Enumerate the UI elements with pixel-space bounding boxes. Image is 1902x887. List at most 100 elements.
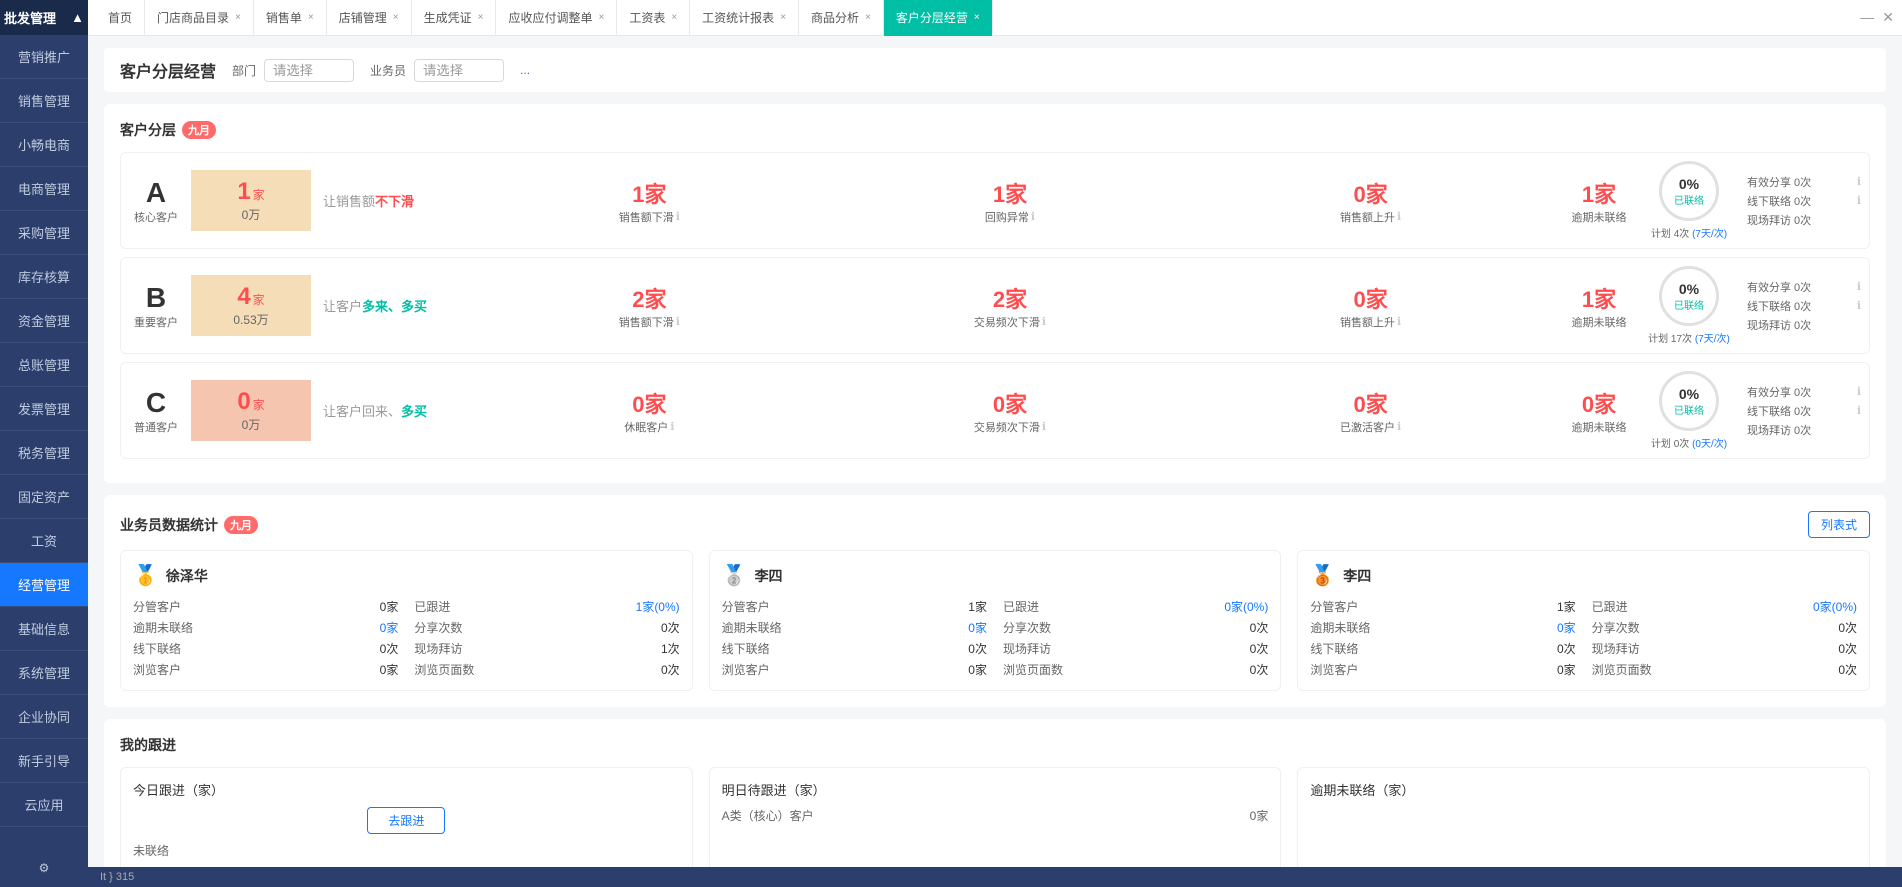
info-icon[interactable]: ℹ	[1857, 404, 1861, 417]
info-icon[interactable]: ℹ	[1031, 210, 1035, 223]
tab-close-icon[interactable]: ×	[308, 12, 314, 23]
page-header: 客户分层经营 部门 请选择 业务员 请选择 ...	[104, 48, 1886, 92]
list-view-btn[interactable]: 列表式	[1808, 511, 1870, 538]
tier-row-A: A 核心客户 1 家 0万 让销售额不下滑 1家 销售额下滑 ℹ 1家	[120, 152, 1870, 249]
metric-销售额上升: 0家 销售额上升 ℹ	[1331, 177, 1411, 225]
tab-销售单[interactable]: 销售单×	[254, 0, 327, 36]
customer-section-title: 客户分层 九月	[120, 120, 1870, 140]
metric-交易频次下滑: 0家 交易频次下滑 ℹ	[970, 387, 1050, 435]
contact-circle-C: 0% 已联络 计划 0次 (0天/次)	[1639, 363, 1739, 458]
sidebar-item-工资[interactable]: 工资	[0, 519, 88, 563]
info-icon[interactable]: ℹ	[1857, 175, 1861, 188]
salesman-filter: 业务员 请选择	[370, 59, 504, 82]
emp-stat-left: 分管客户 1家	[1310, 598, 1575, 615]
tier-suggestion-B: 让客户多来、多买	[311, 288, 461, 323]
stat-现场拜访: 现场拜访 0次	[1747, 212, 1861, 228]
tab-工资表[interactable]: 工资表 ×	[617, 0, 690, 36]
sidebar-item-基础信息[interactable]: 基础信息	[0, 607, 88, 651]
sidebar-item-总账管理[interactable]: 总账管理	[0, 343, 88, 387]
sidebar-item-固定资产[interactable]: 固定资产	[0, 475, 88, 519]
emp-stat-right: 线下联络 0次	[722, 640, 987, 657]
tab-label: 店铺管理	[339, 9, 387, 26]
tab-应收应付调整单[interactable]: 应收应付调整单×	[496, 0, 617, 36]
metric-回购异常: 1家 回购异常 ℹ	[970, 177, 1050, 225]
sidebar-item-系统管理[interactable]: 系统管理	[0, 651, 88, 695]
follow-btn-0[interactable]: 去跟进	[367, 807, 445, 834]
dept-filter: 部门 请选择	[232, 59, 354, 82]
sidebar-collapse-icon[interactable]: ▲	[71, 10, 84, 25]
sidebar-item-税务管理[interactable]: 税务管理	[0, 431, 88, 475]
tab-商品分析[interactable]: 商品分析×	[799, 0, 884, 36]
biz-section: 业务员数据统计 九月 列表式 🥇 徐泽华 分管客户 0家 已跟进 1家(0%)	[104, 495, 1886, 707]
tab-close-icon[interactable]: ×	[780, 12, 786, 23]
info-icon[interactable]: ℹ	[676, 315, 680, 328]
emp-stat-right: 现场拜访 0次	[1003, 640, 1268, 657]
sidebar-settings[interactable]: ⚙	[0, 849, 88, 887]
info-icon[interactable]: ℹ	[1857, 194, 1861, 207]
emp-stat-right: 浏览页面数 0次	[1592, 661, 1857, 678]
tab-close-icon[interactable]: ×	[235, 12, 241, 23]
right-stats-C: 有效分享 0次 ℹ 线下联络 0次 ℹ 现场拜访 0次	[1739, 376, 1869, 446]
info-icon[interactable]: ℹ	[1857, 299, 1861, 312]
sidebar-item-资金管理[interactable]: 资金管理	[0, 299, 88, 343]
tab-首页[interactable]: 首页	[96, 0, 145, 36]
emp-name-0: 徐泽华	[166, 566, 208, 586]
sidebar-item-库存核算[interactable]: 库存核算	[0, 255, 88, 299]
sidebar-item-电商管理[interactable]: 电商管理	[0, 167, 88, 211]
emp-stats-2: 分管客户 1家 已跟进 0家(0%) 逾期未联络 0家 分享次数 0次	[1310, 598, 1857, 678]
sidebar-top[interactable]: 批发管理 ▲	[0, 0, 88, 35]
tab-label: 工资统计报表	[702, 9, 774, 26]
tab-close-icon[interactable]: ×	[974, 12, 980, 23]
info-icon[interactable]: ℹ	[1397, 210, 1401, 223]
emp-medal-0: 🥇	[133, 563, 158, 588]
info-icon[interactable]: ℹ	[1857, 280, 1861, 293]
info-icon[interactable]: ℹ	[670, 420, 674, 433]
bottom-bar-text: It } 315	[100, 871, 134, 883]
sidebar-item-销售管理[interactable]: 销售管理	[0, 79, 88, 123]
tab-close-icon[interactable]: ×	[478, 12, 484, 23]
sidebar-item-小畅电商[interactable]: 小畅电商	[0, 123, 88, 167]
tab-生成凭证[interactable]: 生成凭证×	[412, 0, 497, 36]
metric-销售额上升: 0家 销售额上升 ℹ	[1331, 282, 1411, 330]
window-minimize-icon[interactable]: —	[1860, 9, 1874, 26]
tab-工资统计报表[interactable]: 工资统计报表 ×	[690, 0, 799, 36]
sidebar-item-经营管理[interactable]: 经营管理	[0, 563, 88, 607]
sidebar-item-采购管理[interactable]: 采购管理	[0, 211, 88, 255]
tier-metrics-C: 0家 休眠客户 ℹ 0家 交易频次下滑 ℹ 0家 已激活客户 ℹ	[461, 379, 1559, 443]
stat-有效分享: 有效分享 0次 ℹ	[1747, 384, 1861, 400]
follow-card-2: 逾期未联络（家）	[1297, 767, 1870, 867]
tab-店铺管理[interactable]: 店铺管理 ×	[327, 0, 412, 36]
sidebar-item-企业协同[interactable]: 企业协同	[0, 695, 88, 739]
info-icon[interactable]: ℹ	[1397, 420, 1401, 433]
stat-现场拜访: 现场拜访 0次	[1747, 422, 1861, 438]
sidebar-item-云应用[interactable]: 云应用	[0, 783, 88, 827]
dept-select[interactable]: 请选择	[264, 59, 354, 82]
info-icon[interactable]: ℹ	[1857, 385, 1861, 398]
info-icon[interactable]: ℹ	[1042, 315, 1046, 328]
tab-close-icon[interactable]: ×	[671, 12, 677, 23]
sidebar-item-营销推广[interactable]: 营销推广	[0, 35, 88, 79]
right-stats-A: 有效分享 0次 ℹ 线下联络 0次 ℹ 现场拜访 0次	[1739, 166, 1869, 236]
sidebar-item-发票管理[interactable]: 发票管理	[0, 387, 88, 431]
contact-circle-A: 0% 已联络 计划 4次 (7天/次)	[1639, 153, 1739, 248]
tab-close-icon[interactable]: ×	[865, 12, 871, 23]
tab-close-icon[interactable]: ×	[598, 12, 604, 23]
more-filter-btn[interactable]: ...	[520, 63, 530, 77]
tab-close-icon[interactable]: ×	[393, 12, 399, 23]
customer-month-badge: 九月	[182, 121, 216, 139]
tier-label-B: B 重要客户	[121, 270, 191, 342]
tab-bar-actions: — ✕	[1860, 9, 1894, 26]
contact-circle-B: 0% 已联络 计划 17次 (7天/次)	[1639, 258, 1739, 353]
tab-门店商品目录[interactable]: 门店商品目录×	[145, 0, 254, 36]
info-icon[interactable]: ℹ	[1042, 420, 1046, 433]
emp-stat-left: 分享次数 0次	[414, 619, 679, 636]
info-icon[interactable]: ℹ	[1397, 315, 1401, 328]
salesman-select[interactable]: 请选择	[414, 59, 504, 82]
window-close-icon[interactable]: ✕	[1882, 9, 1894, 26]
tab-客户分层经营[interactable]: 客户分层经营×	[884, 0, 993, 36]
info-icon[interactable]: ℹ	[676, 210, 680, 223]
tab-label: 工资表	[629, 9, 665, 26]
right-stats-B: 有效分享 0次 ℹ 线下联络 0次 ℹ 现场拜访 0次	[1739, 271, 1869, 341]
sidebar-item-新手引导[interactable]: 新手引导	[0, 739, 88, 783]
tier-suggestion-C: 让客户回来、多买	[311, 393, 461, 428]
